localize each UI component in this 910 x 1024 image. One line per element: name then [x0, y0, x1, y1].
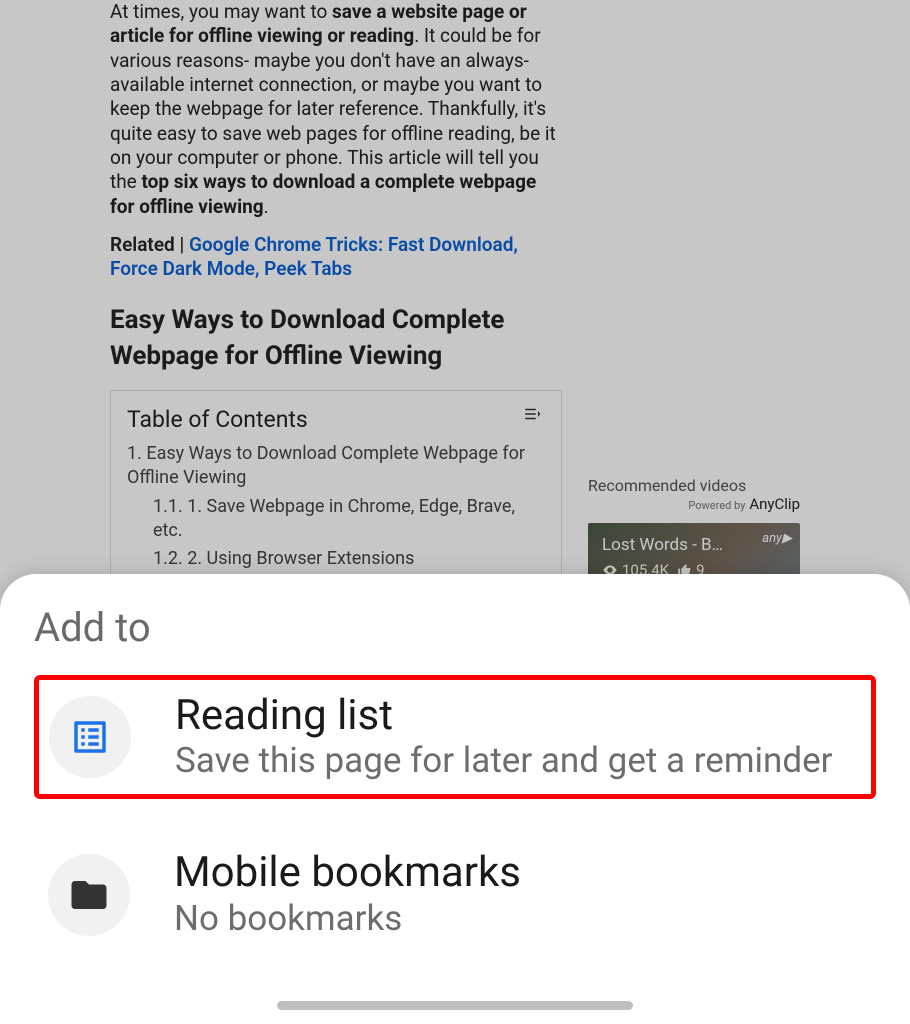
powered-by-label: Powered by [688, 499, 745, 512]
option-subtitle: Save this page for later and get a remin… [175, 742, 833, 781]
option-mobile-bookmarks[interactable]: Mobile bookmarks No bookmarks [34, 833, 876, 956]
related-paragraph: Related | Google Chrome Tricks: Fast Dow… [110, 233, 562, 282]
option-title: Reading list [175, 694, 833, 738]
intro-suffix: . [264, 195, 269, 218]
sheet-title: Add to [34, 604, 876, 651]
option-text: Reading list Save this page for later an… [175, 694, 833, 781]
toc-toggle-icon[interactable] [523, 405, 543, 425]
toc-item[interactable]: 1. Easy Ways to Download Complete Webpag… [127, 442, 545, 491]
intro-bold-2: top six ways to download a complete webp… [110, 170, 536, 217]
add-to-bottom-sheet: Add to Reading list Save this page for l… [0, 574, 910, 1024]
toc-item[interactable]: 1.2. 2. Using Browser Extensions [127, 547, 545, 571]
article-heading: Easy Ways to Download Complete Webpage f… [110, 303, 562, 373]
toc-title: Table of Contents [127, 405, 545, 434]
option-text: Mobile bookmarks No bookmarks [174, 851, 521, 938]
home-indicator[interactable] [277, 1001, 633, 1010]
recommended-label: Recommended videos [588, 476, 800, 495]
option-reading-list[interactable]: Reading list Save this page for later an… [34, 675, 876, 800]
intro-mid: . It could be for various reasons- maybe… [110, 24, 556, 193]
related-prefix: Related | [110, 233, 189, 256]
folder-icon [48, 854, 130, 936]
toc-item[interactable]: 1.1. 1. Save Webpage in Chrome, Edge, Br… [127, 495, 545, 544]
video-title: Lost Words - Be... [602, 535, 732, 555]
option-title: Mobile bookmarks [174, 851, 521, 895]
option-subtitle: No bookmarks [174, 900, 521, 939]
anyclip-logo-icon: any▶ [762, 531, 792, 546]
brand-name: AnyClip [749, 495, 800, 513]
reading-list-icon [49, 696, 131, 778]
intro-prefix: At times, you may want to [110, 0, 332, 23]
intro-paragraph: At times, you may want to save a website… [110, 0, 562, 219]
